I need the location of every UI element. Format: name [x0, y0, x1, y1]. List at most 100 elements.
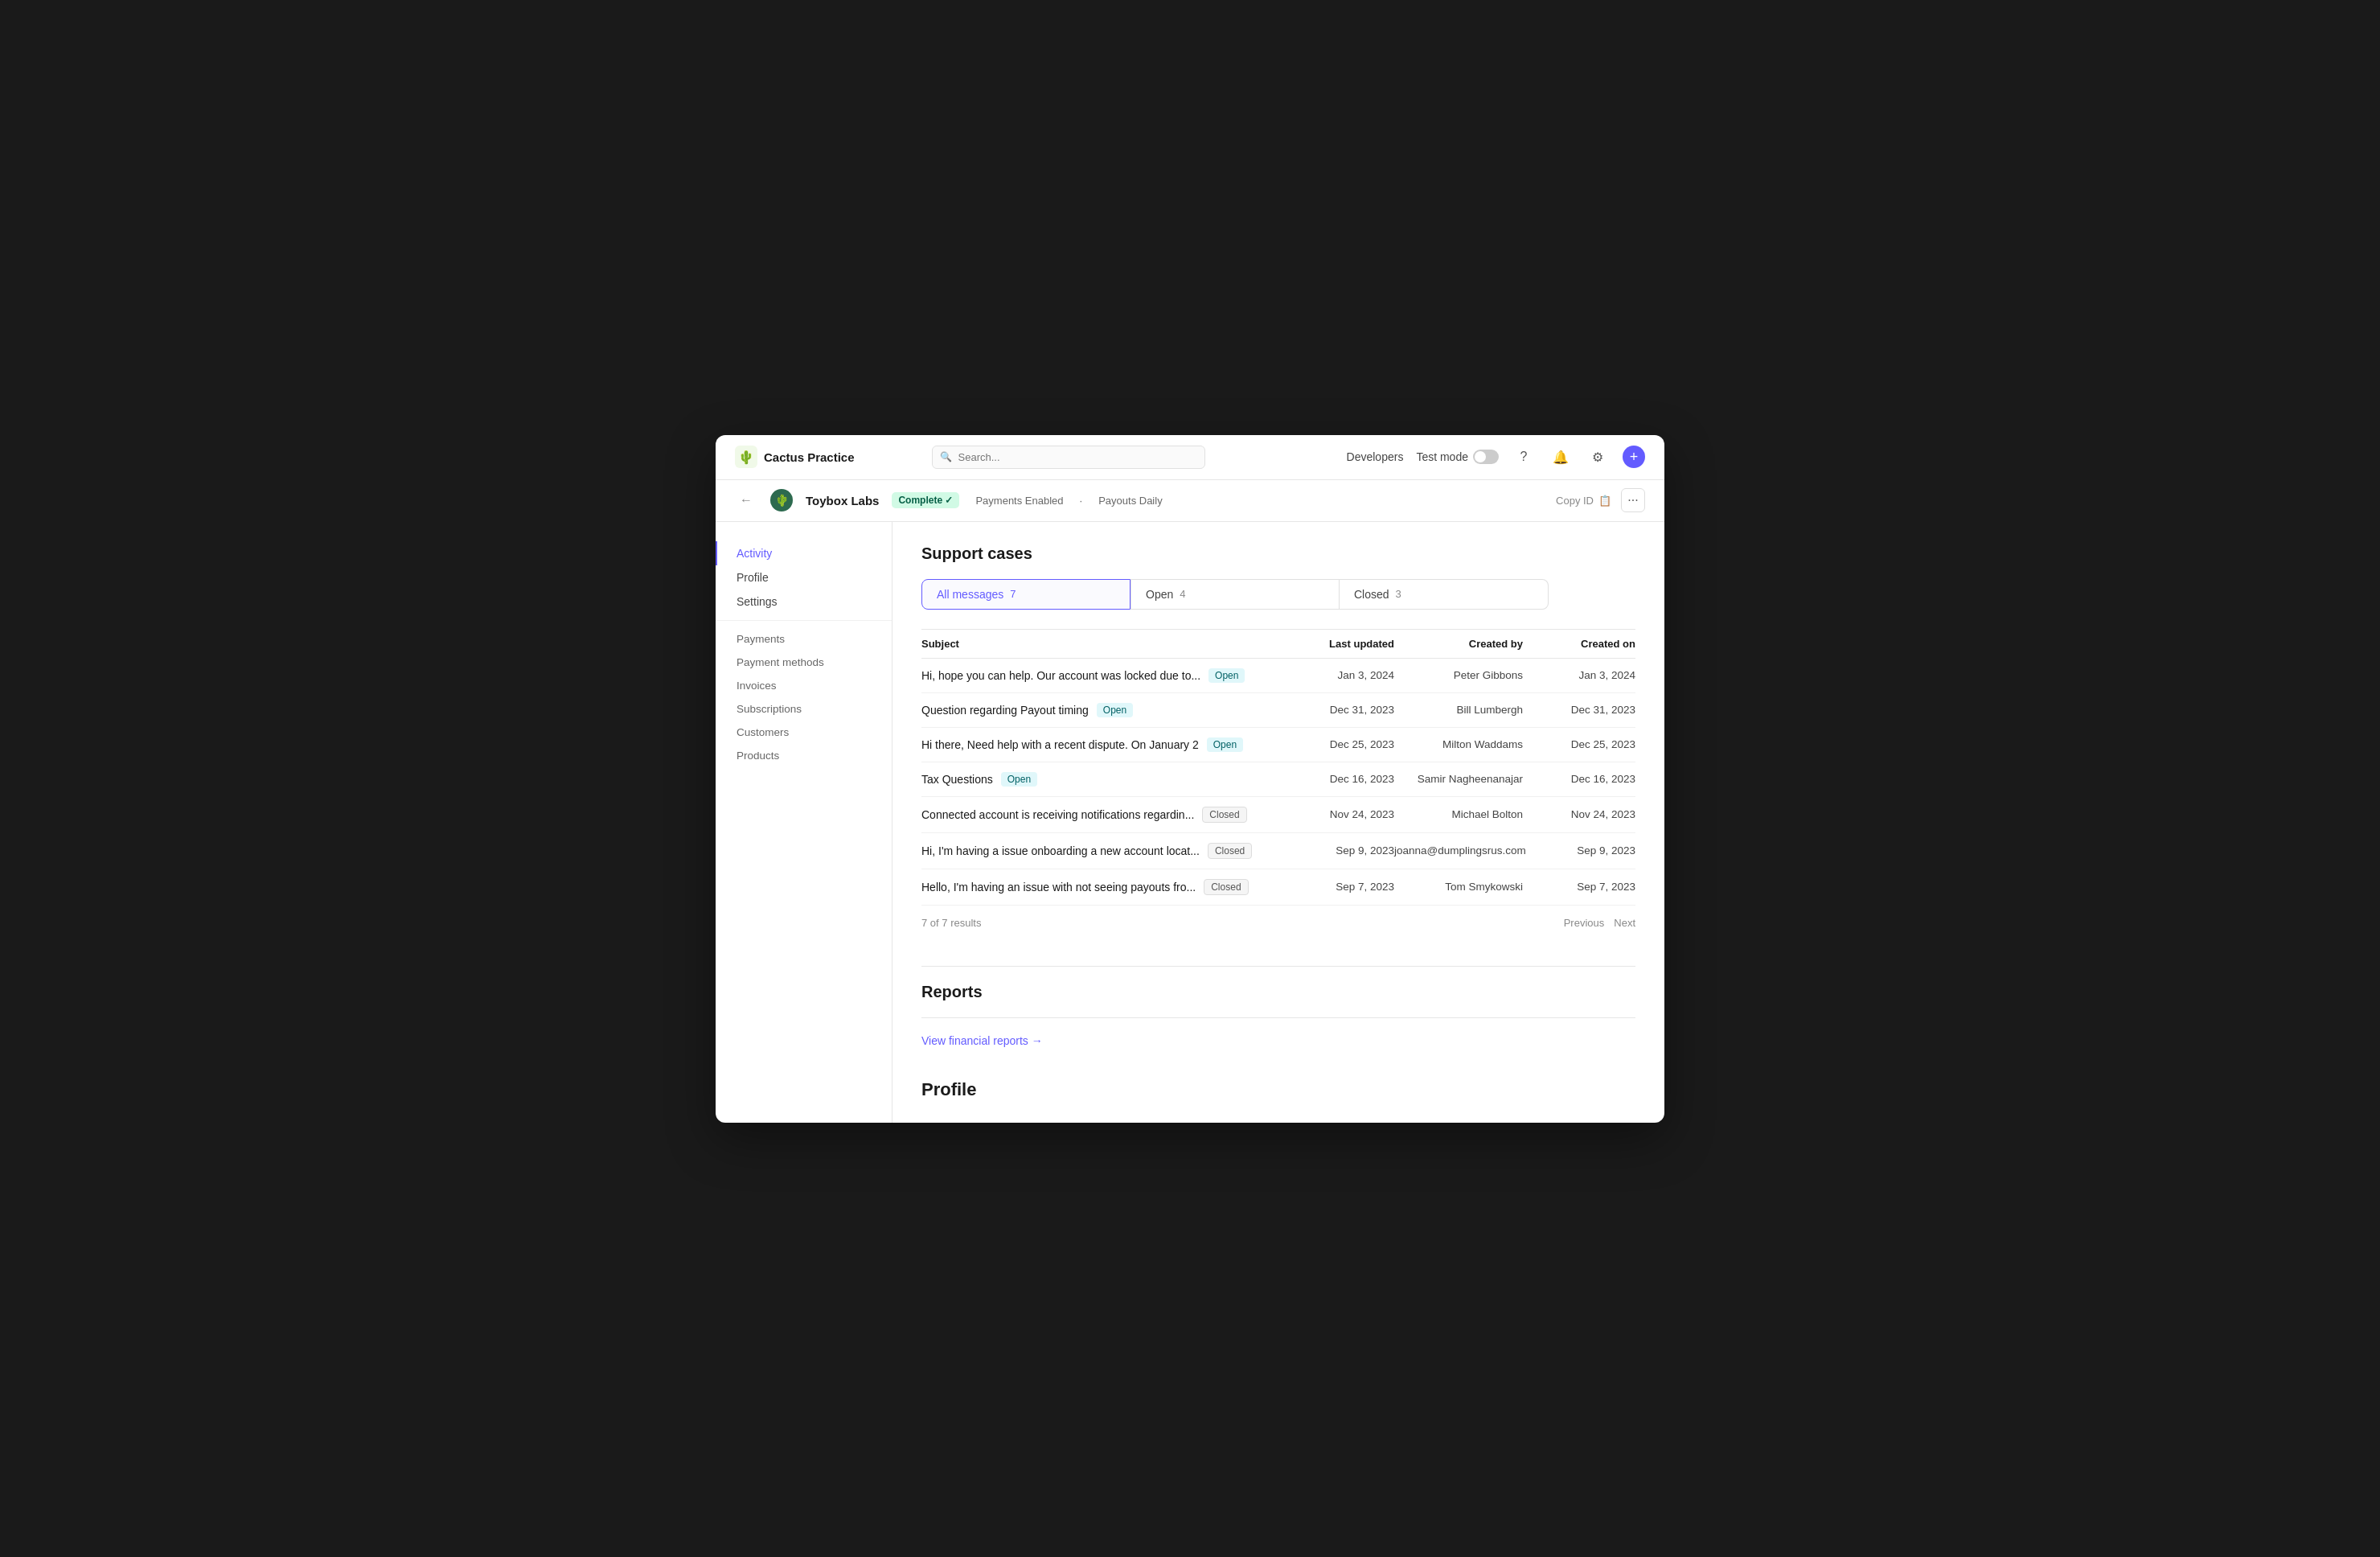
test-mode-label: Test mode	[1416, 450, 1468, 463]
sidebar-activity-label: Activity	[737, 547, 772, 560]
add-button[interactable]: +	[1623, 446, 1645, 468]
row-subject-3: Tax Questions Open	[921, 772, 1282, 787]
profile-preview: Profile	[921, 1079, 1635, 1100]
table-row[interactable]: Hello, I'm having an issue with not seei…	[921, 869, 1635, 906]
brand-emoji: 🌵	[738, 450, 754, 465]
status-badge-0: Open	[1208, 668, 1245, 683]
row-subject-text-5: Hi, I'm having a issue onboarding a new …	[921, 844, 1200, 857]
sidebar-item-profile[interactable]: Profile	[716, 565, 892, 590]
row-created-by-6: Tom Smykowski	[1394, 881, 1523, 893]
tab-closed[interactable]: Closed 3	[1340, 579, 1549, 610]
tab-closed-label: Closed	[1354, 588, 1389, 601]
tab-all-label: All messages	[937, 588, 1003, 601]
sidebar-item-products[interactable]: Products	[716, 744, 892, 767]
sub-nav-info1: Payments Enabled	[975, 495, 1063, 507]
row-subject-text-3: Tax Questions	[921, 773, 993, 786]
sidebar-item-payments[interactable]: Payments	[716, 627, 892, 651]
row-created-by-3: Samir Nagheenanajar	[1394, 773, 1523, 785]
sidebar-item-subscriptions[interactable]: Subscriptions	[716, 697, 892, 721]
tab-open[interactable]: Open 4	[1130, 579, 1340, 610]
row-subject-0: Hi, hope you can help. Our account was l…	[921, 668, 1282, 683]
sidebar-divider	[716, 620, 892, 621]
previous-button[interactable]: Previous	[1564, 917, 1605, 929]
account-name: Toybox Labs	[806, 494, 879, 507]
settings-icon[interactable]: ⚙	[1586, 445, 1610, 469]
row-subject-text-2: Hi there, Need help with a recent disput…	[921, 738, 1199, 751]
sidebar-item-invoices[interactable]: Invoices	[716, 674, 892, 697]
sub-nav-right: Copy ID 📋 ···	[1556, 488, 1645, 512]
sidebar-payment-methods-label: Payment methods	[737, 656, 824, 668]
table-row[interactable]: Tax Questions Open Dec 16, 2023 Samir Na…	[921, 762, 1635, 797]
sidebar-products-label: Products	[737, 750, 779, 762]
col-subject: Subject	[921, 638, 1282, 650]
row-created-on-2: Dec 25, 2023	[1523, 738, 1635, 750]
reports-divider	[921, 966, 1635, 967]
reports-title: Reports	[921, 983, 1635, 1001]
table-row[interactable]: Hi there, Need help with a recent disput…	[921, 728, 1635, 762]
sidebar-settings-label: Settings	[737, 595, 778, 608]
row-last-updated-0: Jan 3, 2024	[1282, 669, 1394, 681]
pagination-summary: 7 of 7 results	[921, 917, 981, 929]
view-reports-link[interactable]: View financial reports →	[921, 1034, 1635, 1047]
table-row[interactable]: Connected account is receiving notificat…	[921, 797, 1635, 833]
row-subject-text-0: Hi, hope you can help. Our account was l…	[921, 669, 1200, 682]
table-header: Subject Last updated Created by Created …	[921, 630, 1635, 659]
row-created-on-6: Sep 7, 2023	[1523, 881, 1635, 893]
more-options-button[interactable]: ···	[1621, 488, 1645, 512]
sub-nav-info-sep: ·	[1080, 495, 1083, 507]
row-last-updated-4: Nov 24, 2023	[1282, 808, 1394, 820]
row-subject-4: Connected account is receiving notificat…	[921, 807, 1282, 823]
row-subject-2: Hi there, Need help with a recent disput…	[921, 737, 1282, 752]
row-created-by-1: Bill Lumbergh	[1394, 704, 1523, 716]
sidebar-item-customers[interactable]: Customers	[716, 721, 892, 744]
row-subject-6: Hello, I'm having an issue with not seei…	[921, 879, 1282, 895]
sub-nav: ← 🌵 Toybox Labs Complete ✓ Payments Enab…	[716, 480, 1664, 522]
sidebar-secondary-section: Payments Payment methods Invoices Subscr…	[716, 627, 892, 767]
main-layout: Activity Profile Settings Payments Payme…	[716, 522, 1664, 1123]
row-subject-text-4: Connected account is receiving notificat…	[921, 808, 1194, 821]
next-button[interactable]: Next	[1614, 917, 1635, 929]
sidebar: Activity Profile Settings Payments Payme…	[716, 522, 892, 1123]
main-content: Support cases All messages 7 Open 4 Clos…	[892, 522, 1664, 1123]
sidebar-payments-label: Payments	[737, 633, 785, 645]
status-badge-3: Open	[1001, 772, 1037, 787]
table-row[interactable]: Hi, hope you can help. Our account was l…	[921, 659, 1635, 693]
status-badge-6: Closed	[1204, 879, 1248, 895]
row-created-on-0: Jan 3, 2024	[1523, 669, 1635, 681]
status-badge-5: Closed	[1208, 843, 1252, 859]
table-row[interactable]: Hi, I'm having a issue onboarding a new …	[921, 833, 1635, 869]
notifications-icon[interactable]: 🔔	[1549, 445, 1573, 469]
help-icon[interactable]: ?	[1512, 445, 1536, 469]
tab-all-messages[interactable]: All messages 7	[921, 579, 1130, 610]
search-bar: 🔍	[932, 446, 1205, 469]
support-cases-table: Subject Last updated Created by Created …	[921, 629, 1635, 940]
back-button[interactable]: ←	[735, 490, 757, 511]
sidebar-item-settings[interactable]: Settings	[716, 590, 892, 614]
col-created-by: Created by	[1394, 638, 1523, 650]
row-last-updated-5: Sep 9, 2023	[1282, 844, 1394, 857]
brand[interactable]: 🌵 Cactus Practice	[735, 446, 855, 468]
sidebar-invoices-label: Invoices	[737, 680, 777, 692]
table-row[interactable]: Question regarding Payout timing Open De…	[921, 693, 1635, 728]
tab-open-count: 4	[1180, 588, 1185, 600]
tab-all-count: 7	[1010, 588, 1016, 600]
sidebar-item-payment-methods[interactable]: Payment methods	[716, 651, 892, 674]
status-badge-2: Open	[1207, 737, 1243, 752]
copy-id-button[interactable]: Copy ID 📋	[1556, 495, 1611, 507]
tab-closed-count: 3	[1396, 588, 1401, 600]
test-mode-toggle[interactable]	[1473, 450, 1499, 464]
sidebar-primary-section: Activity Profile Settings	[716, 541, 892, 614]
row-created-by-4: Michael Bolton	[1394, 808, 1523, 820]
row-created-on-3: Dec 16, 2023	[1523, 773, 1635, 785]
sidebar-item-activity[interactable]: Activity	[716, 541, 892, 565]
complete-badge: Complete ✓	[892, 492, 959, 508]
pagination: 7 of 7 results Previous Next	[921, 906, 1635, 940]
developers-link[interactable]: Developers	[1347, 450, 1404, 463]
sidebar-profile-label: Profile	[737, 571, 769, 584]
status-badge-1: Open	[1097, 703, 1133, 717]
search-input[interactable]	[932, 446, 1205, 469]
reports-section: Reports View financial reports →	[921, 966, 1635, 1047]
view-reports-label: View financial reports →	[921, 1034, 1043, 1047]
sidebar-subscriptions-label: Subscriptions	[737, 703, 802, 715]
app-window: 🌵 Cactus Practice 🔍 Developers Test mode…	[716, 435, 1664, 1123]
